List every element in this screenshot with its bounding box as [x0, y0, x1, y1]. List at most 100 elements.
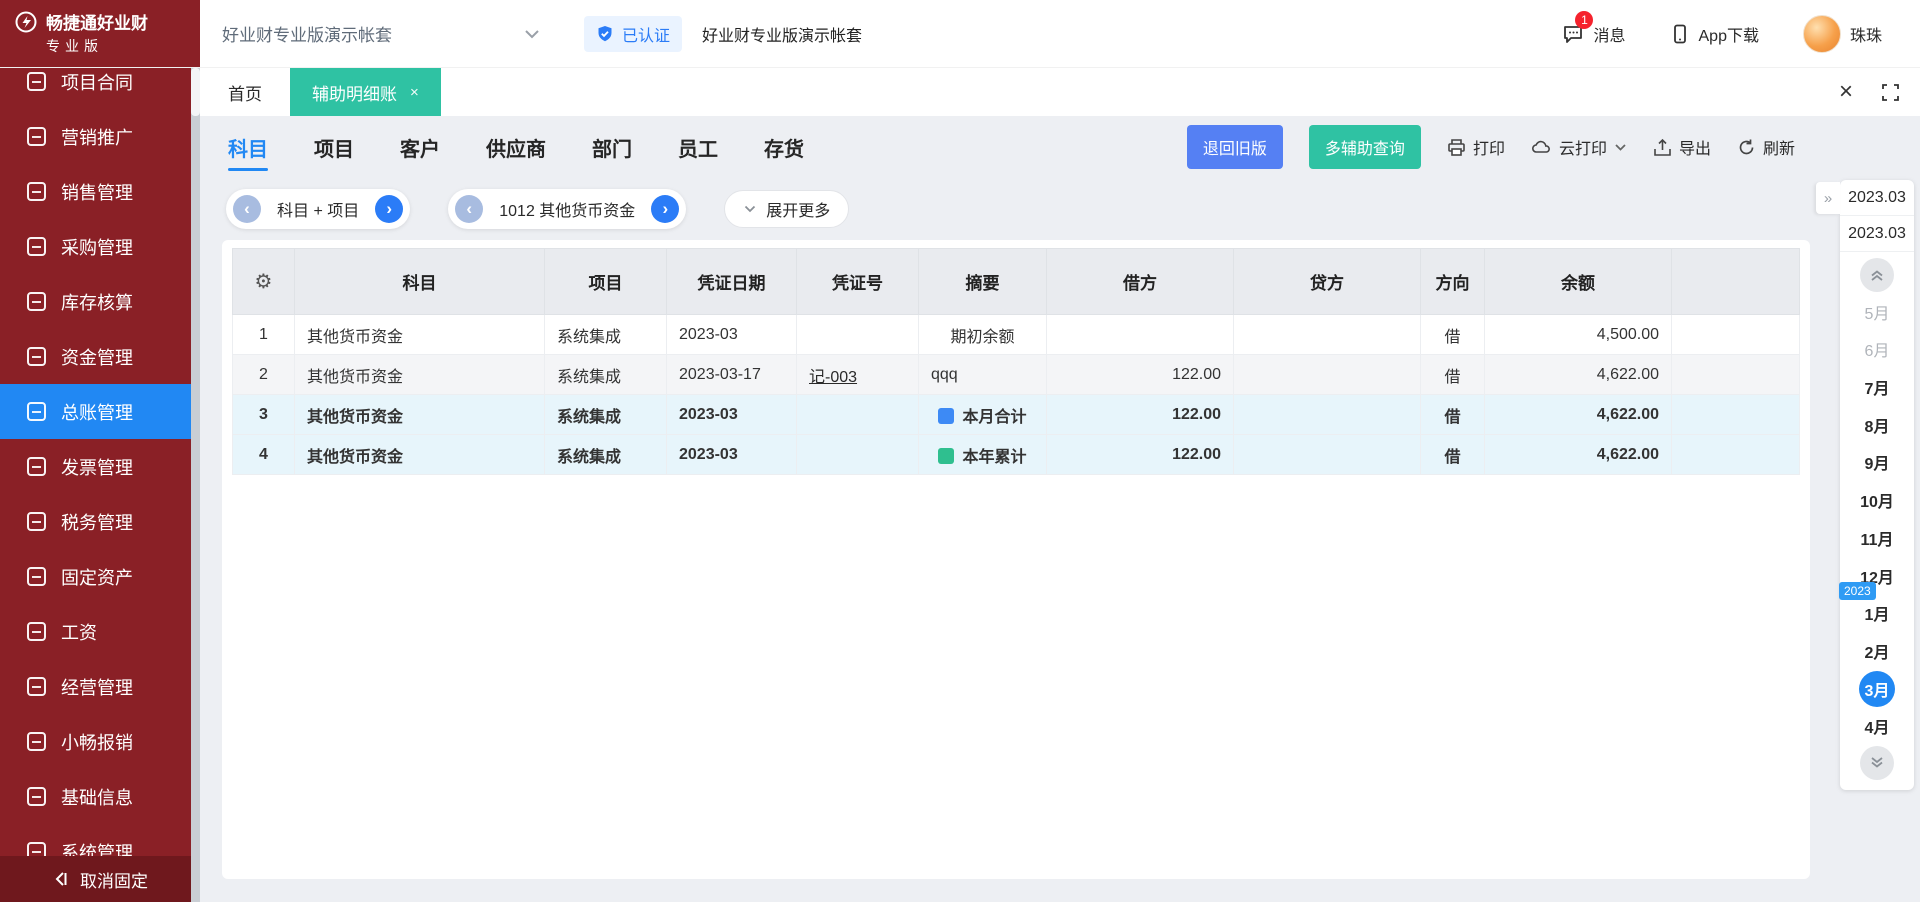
tab-auxiliary-detail-ledger[interactable]: 辅助明细账 × [290, 68, 441, 116]
certified-label: 已认证 [622, 27, 671, 45]
user-menu[interactable]: 珠珠 [1802, 14, 1882, 53]
cell-direction: 借 [1420, 354, 1485, 395]
prev-arrow-icon[interactable]: ‹ [233, 195, 261, 223]
col-direction: 方向 [1420, 248, 1485, 315]
month-4[interactable]: 4月 [1859, 708, 1895, 744]
table-header-row: ⚙ 科目 项目 凭证日期 凭证号 摘要 借方 贷方 方向 余额 [232, 248, 1800, 315]
chevron-down-icon [522, 24, 542, 44]
cell-summary: 本月合计 [918, 394, 1047, 435]
month-7[interactable]: 7月 [1859, 369, 1895, 405]
topbar-right: 1 消息 App下载 珠珠 [1562, 10, 1920, 53]
menu-icon [27, 237, 46, 256]
month-2[interactable]: 2月 [1859, 633, 1895, 669]
sidebar-item-general-ledger[interactable]: 总账管理 [0, 384, 200, 439]
certified-badge[interactable]: 已认证 [584, 15, 683, 52]
messages-button[interactable]: 1 消息 [1562, 10, 1626, 46]
month-10[interactable]: 10月 [1859, 482, 1895, 518]
main-area: 首页 辅助明细账 × × 科目 项目 客户 供应商 部门 员工 存货 退回旧版 … [200, 68, 1920, 902]
expand-more-button[interactable]: 展开更多 [724, 190, 850, 228]
cell-voucher [796, 394, 919, 435]
sidebar-item-payroll[interactable]: 工资 [0, 604, 200, 659]
period-panel: » 2023.03 2023.03 5月 6月 7月 8月 9月 10月 11月… [1816, 180, 1914, 790]
col-balance: 余额 [1484, 248, 1672, 315]
gear-icon[interactable]: ⚙ [255, 271, 273, 293]
period-start[interactable]: 2023.03 [1840, 180, 1914, 216]
subject-filter-pill[interactable]: ‹ 1012 其他货币资金 › [448, 189, 687, 229]
sidebar-scrollbar[interactable] [191, 68, 200, 902]
sidebar-item-fixed-assets[interactable]: 固定资产 [0, 549, 200, 604]
month-11[interactable]: 11月 [1859, 520, 1895, 556]
sidebar-item-purchase[interactable]: 采购管理 [0, 219, 200, 274]
sidebar-menu: 项目合同 营销推广 销售管理 采购管理 库存核算 资金管理 总账管理 发票管理 … [0, 68, 200, 879]
tab-home[interactable]: 首页 [200, 68, 290, 116]
back-to-old-version-button[interactable]: 退回旧版 [1186, 125, 1283, 169]
sidebar-item-invoice[interactable]: 发票管理 [0, 439, 200, 494]
dimension-filter-pill[interactable]: ‹ 科目 + 项目 › [226, 189, 411, 229]
app-download-label: App下载 [1698, 27, 1759, 45]
month-3-active[interactable]: 3月 [1859, 670, 1895, 707]
shield-check-icon [596, 25, 614, 43]
tab-close-icon[interactable]: × [410, 84, 419, 101]
voucher-link[interactable]: 记-003 [809, 369, 857, 386]
cell-debit: 122.00 [1046, 394, 1234, 435]
cell-credit [1233, 394, 1421, 435]
cell-debit: 122.00 [1046, 434, 1234, 475]
table-row: 2 其他货币资金 系统集成 2023-03-17 记-003 qqq 122.0… [232, 354, 1800, 395]
menu-icon [27, 347, 46, 366]
sidebar-item-funds[interactable]: 资金管理 [0, 329, 200, 384]
tab-stock[interactable]: 存货 [762, 118, 806, 177]
sidebar-item-basic-info[interactable]: 基础信息 [0, 769, 200, 824]
scroll-up-button[interactable] [1860, 258, 1894, 292]
month-1[interactable]: 1月 [1859, 595, 1895, 631]
cloud-print-button[interactable]: 云打印 [1531, 135, 1627, 159]
month-9[interactable]: 9月 [1859, 444, 1895, 480]
month-total-icon [938, 407, 955, 424]
scroll-down-button[interactable] [1860, 745, 1894, 780]
sidebar-item-label: 采购管理 [61, 237, 133, 258]
export-button[interactable]: 导出 [1653, 135, 1711, 159]
next-arrow-icon[interactable]: › [651, 195, 680, 223]
tab-department[interactable]: 部门 [590, 118, 634, 177]
print-button[interactable]: 打印 [1447, 135, 1505, 159]
sidebar-item-marketing[interactable]: 营销推广 [0, 109, 200, 164]
sidebar-item-tax[interactable]: 税务管理 [0, 494, 200, 549]
tab-project[interactable]: 项目 [312, 118, 356, 177]
sidebar-item-expense[interactable]: 小畅报销 [0, 714, 200, 769]
refresh-button[interactable]: 刷新 [1737, 135, 1795, 159]
app-download-button[interactable]: App下载 [1670, 22, 1759, 46]
month-8[interactable]: 8月 [1859, 407, 1895, 443]
month-6[interactable]: 6月 [1859, 331, 1895, 367]
tab-employee[interactable]: 员工 [676, 118, 720, 177]
year-total-icon [938, 447, 955, 464]
account-book-select[interactable]: 好业财专业版演示帐套 [222, 21, 542, 46]
sidebar-item-sales[interactable]: 销售管理 [0, 164, 200, 219]
sidebar-scrollbar-thumb[interactable] [191, 68, 200, 116]
tab-subject[interactable]: 科目 [226, 118, 270, 177]
cell-voucher [796, 314, 919, 355]
sidebar-item-business-mgmt[interactable]: 经营管理 [0, 659, 200, 714]
toolbar: 退回旧版 多辅助查询 打印 云打印 导出 刷新 [1186, 125, 1795, 169]
collapse-left-icon [52, 870, 70, 888]
menu-icon [27, 457, 46, 476]
period-end[interactable]: 2023.03 [1840, 216, 1914, 252]
collapse-panel-button[interactable]: » [1816, 182, 1840, 214]
next-arrow-icon[interactable]: › [375, 195, 404, 223]
multi-auxiliary-query-button[interactable]: 多辅助查询 [1308, 125, 1421, 169]
tab-customer[interactable]: 客户 [398, 118, 442, 177]
fullscreen-icon[interactable] [1881, 83, 1900, 102]
cell-balance: 4,622.00 [1484, 394, 1672, 435]
user-name: 珠珠 [1849, 27, 1882, 45]
prev-arrow-icon[interactable]: ‹ [455, 195, 484, 223]
unpin-sidebar-button[interactable]: 取消固定 [0, 856, 200, 902]
sidebar-item-label: 工资 [61, 622, 97, 643]
cell-balance: 4,622.00 [1484, 434, 1672, 475]
tab-supplier[interactable]: 供应商 [484, 118, 548, 177]
sidebar-item-project-contract[interactable]: 项目合同 [0, 68, 200, 109]
sidebar-item-label: 总账管理 [61, 402, 133, 423]
sidebar-item-inventory[interactable]: 库存核算 [0, 274, 200, 329]
close-icon[interactable]: × [1839, 80, 1853, 104]
cloud-icon [1531, 138, 1552, 157]
month-5[interactable]: 5月 [1859, 294, 1895, 330]
sidebar-item-label: 销售管理 [61, 182, 133, 203]
cell-direction: 借 [1420, 314, 1485, 355]
